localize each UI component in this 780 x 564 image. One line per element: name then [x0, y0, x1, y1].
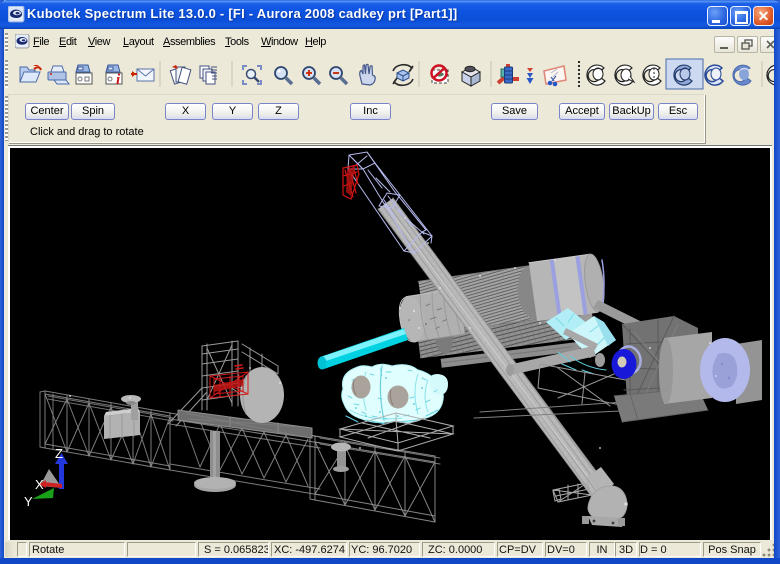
svg-text:X: X: [35, 477, 44, 492]
svg-text:Z: Z: [55, 446, 63, 461]
svg-text:Y: Y: [24, 494, 33, 509]
